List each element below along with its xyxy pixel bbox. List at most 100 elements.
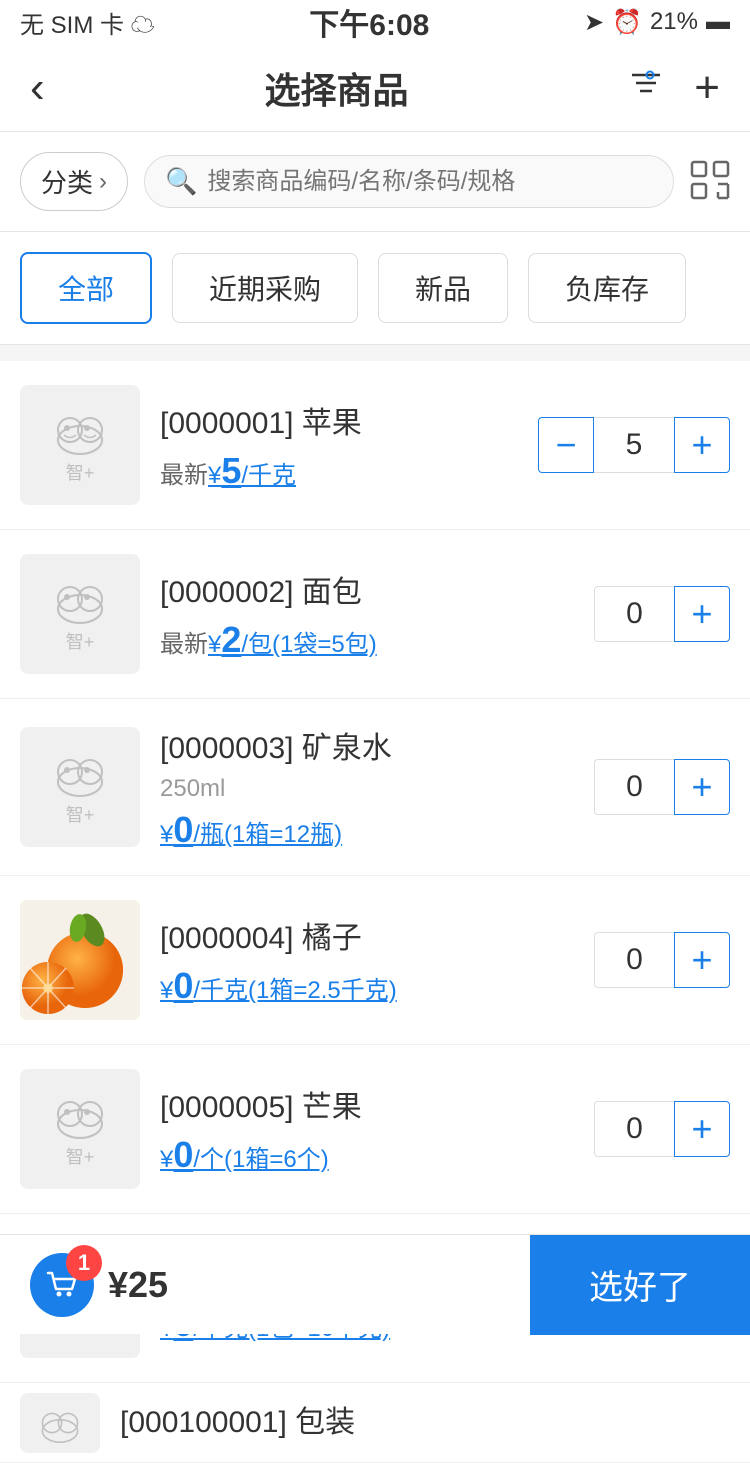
confirm-button[interactable]: 选好了 bbox=[530, 1235, 750, 1335]
owl-placeholder: 智+ bbox=[50, 1089, 110, 1169]
increase-button[interactable]: + bbox=[674, 932, 730, 988]
product-price: 最新 ¥ 2 /包(1袋=5包) bbox=[160, 619, 574, 661]
product-info: [0000003] 矿泉水 250ml ¥ 0 /瓶(1箱=12瓶) bbox=[160, 723, 574, 851]
status-left: 无 SIM 卡 ☁ bbox=[20, 5, 155, 40]
quantity-input[interactable] bbox=[594, 417, 674, 473]
product-price: ¥ 0 /个(1箱=6个) bbox=[160, 1134, 574, 1176]
increase-button[interactable]: + bbox=[674, 1101, 730, 1157]
status-time: 下午6:08 bbox=[309, 0, 429, 44]
add-button[interactable]: + bbox=[694, 63, 720, 113]
search-input[interactable] bbox=[207, 168, 653, 196]
tab-all[interactable]: 全部 bbox=[20, 252, 152, 324]
quantity-control: − + bbox=[538, 417, 730, 473]
quantity-control: + bbox=[594, 1101, 730, 1157]
scan-button[interactable] bbox=[690, 160, 730, 203]
price-value: 5 bbox=[221, 450, 241, 492]
product-name: [000100001] 包装 bbox=[120, 1397, 730, 1441]
product-info: [000100001] 包装 bbox=[120, 1397, 730, 1449]
owl-placeholder: 智+ bbox=[50, 747, 110, 827]
orange-illustration bbox=[20, 900, 140, 1020]
decrease-button[interactable]: − bbox=[538, 417, 594, 473]
price-unit: /个(1箱=6个) bbox=[193, 1139, 328, 1174]
price-currency: ¥ bbox=[160, 977, 173, 1005]
back-button[interactable]: ‹ bbox=[30, 63, 45, 113]
quantity-input[interactable] bbox=[594, 586, 674, 642]
cart-section: 1 ¥25 bbox=[0, 1253, 530, 1317]
search-box: 🔍 bbox=[144, 155, 674, 208]
product-info: [0000005] 芒果 ¥ 0 /个(1箱=6个) bbox=[160, 1082, 574, 1176]
product-price: ¥ 0 /千克(1箱=2.5千克) bbox=[160, 965, 574, 1007]
battery-icon: ▬ bbox=[706, 8, 730, 36]
product-price: ¥ 0 /瓶(1箱=12瓶) bbox=[160, 809, 574, 851]
product-image: 智+ bbox=[20, 554, 140, 674]
owl-placeholder: 智+ bbox=[50, 574, 110, 654]
product-image bbox=[20, 1393, 100, 1453]
search-icon: 🔍 bbox=[165, 166, 197, 197]
price-value: 0 bbox=[173, 1134, 193, 1176]
product-spec: 250ml bbox=[160, 775, 574, 803]
nav-bar: ‹ 选择商品 + bbox=[0, 44, 750, 132]
cart-badge: 1 bbox=[66, 1245, 102, 1281]
chevron-right-icon: › bbox=[99, 168, 107, 196]
quantity-control: + bbox=[594, 759, 730, 815]
price-currency: ¥ bbox=[160, 821, 173, 849]
price-label: 最新 bbox=[160, 624, 208, 659]
price-currency: ¥ bbox=[208, 631, 221, 659]
bottom-bar: 1 ¥25 选好了 bbox=[0, 1234, 750, 1334]
divider bbox=[0, 345, 750, 361]
price-value: 2 bbox=[221, 619, 241, 661]
increase-button[interactable]: + bbox=[674, 759, 730, 815]
product-image bbox=[20, 900, 140, 1020]
tab-negative[interactable]: 负库存 bbox=[528, 253, 686, 323]
quantity-input[interactable] bbox=[594, 932, 674, 988]
filter-button[interactable] bbox=[628, 65, 664, 110]
filter-bar: 分类 › 🔍 bbox=[0, 132, 750, 232]
product-price: 最新 ¥ 5 /千克 bbox=[160, 450, 518, 492]
nav-left: ‹ bbox=[30, 63, 45, 113]
price-currency: ¥ bbox=[160, 1146, 173, 1174]
quantity-input[interactable] bbox=[594, 759, 674, 815]
product-item: 智+ [0000002] 面包 最新 ¥ 2 /包(1袋=5包) + bbox=[0, 530, 750, 699]
price-unit: /包(1袋=5包) bbox=[241, 624, 376, 659]
product-name: [0000001] 苹果 bbox=[160, 398, 518, 442]
increase-button[interactable]: + bbox=[674, 417, 730, 473]
price-unit: /千克 bbox=[241, 455, 296, 490]
battery-status: 21% bbox=[650, 8, 698, 36]
price-value: 0 bbox=[173, 965, 193, 1007]
status-bar: 无 SIM 卡 ☁ 下午6:08 ➤ ⏰ 21% ▬ bbox=[0, 0, 750, 44]
tab-bar: 全部 近期采购 新品 负库存 bbox=[0, 232, 750, 345]
location-icon: ➤ bbox=[584, 8, 604, 37]
product-item: 智+ [0000001] 苹果 最新 ¥ 5 /千克 − + bbox=[0, 361, 750, 530]
quantity-control: + bbox=[594, 932, 730, 988]
product-name: [0000004] 橘子 bbox=[160, 913, 574, 957]
product-image: 智+ bbox=[20, 1069, 140, 1189]
owl-placeholder: 智+ bbox=[50, 405, 110, 485]
cart-icon-wrap[interactable]: 1 bbox=[30, 1253, 94, 1317]
sim-status: 无 SIM 卡 ☁ bbox=[20, 5, 155, 40]
product-name: [0000005] 芒果 bbox=[160, 1082, 574, 1126]
nav-right: + bbox=[628, 63, 720, 113]
alarm-icon: ⏰ bbox=[612, 8, 642, 37]
price-label: 最新 bbox=[160, 455, 208, 490]
increase-button[interactable]: + bbox=[674, 586, 730, 642]
cart-total: ¥25 bbox=[108, 1264, 168, 1306]
product-item: 智+ [0000003] 矿泉水 250ml ¥ 0 /瓶(1箱=12瓶) + bbox=[0, 699, 750, 876]
price-value: 0 bbox=[173, 809, 193, 851]
product-item: [0000004] 橘子 ¥ 0 /千克(1箱=2.5千克) + bbox=[0, 876, 750, 1045]
tab-new[interactable]: 新品 bbox=[378, 253, 508, 323]
owl-placeholder bbox=[35, 1403, 85, 1443]
product-item-partial: [000100001] 包装 bbox=[0, 1383, 750, 1463]
product-image: 智+ bbox=[20, 385, 140, 505]
product-item: 智+ [0000005] 芒果 ¥ 0 /个(1箱=6个) + bbox=[0, 1045, 750, 1214]
product-info: [0000004] 橘子 ¥ 0 /千克(1箱=2.5千克) bbox=[160, 913, 574, 1007]
product-name: [0000003] 矿泉水 bbox=[160, 723, 574, 767]
category-button[interactable]: 分类 › bbox=[20, 152, 128, 211]
quantity-input[interactable] bbox=[594, 1101, 674, 1157]
product-name: [0000002] 面包 bbox=[160, 567, 574, 611]
status-right: ➤ ⏰ 21% ▬ bbox=[584, 8, 730, 37]
product-info: [0000002] 面包 最新 ¥ 2 /包(1袋=5包) bbox=[160, 567, 574, 661]
tab-recent[interactable]: 近期采购 bbox=[172, 253, 358, 323]
product-info: [0000001] 苹果 最新 ¥ 5 /千克 bbox=[160, 398, 518, 492]
price-unit: /瓶(1箱=12瓶) bbox=[193, 814, 342, 849]
price-currency: ¥ bbox=[208, 462, 221, 490]
